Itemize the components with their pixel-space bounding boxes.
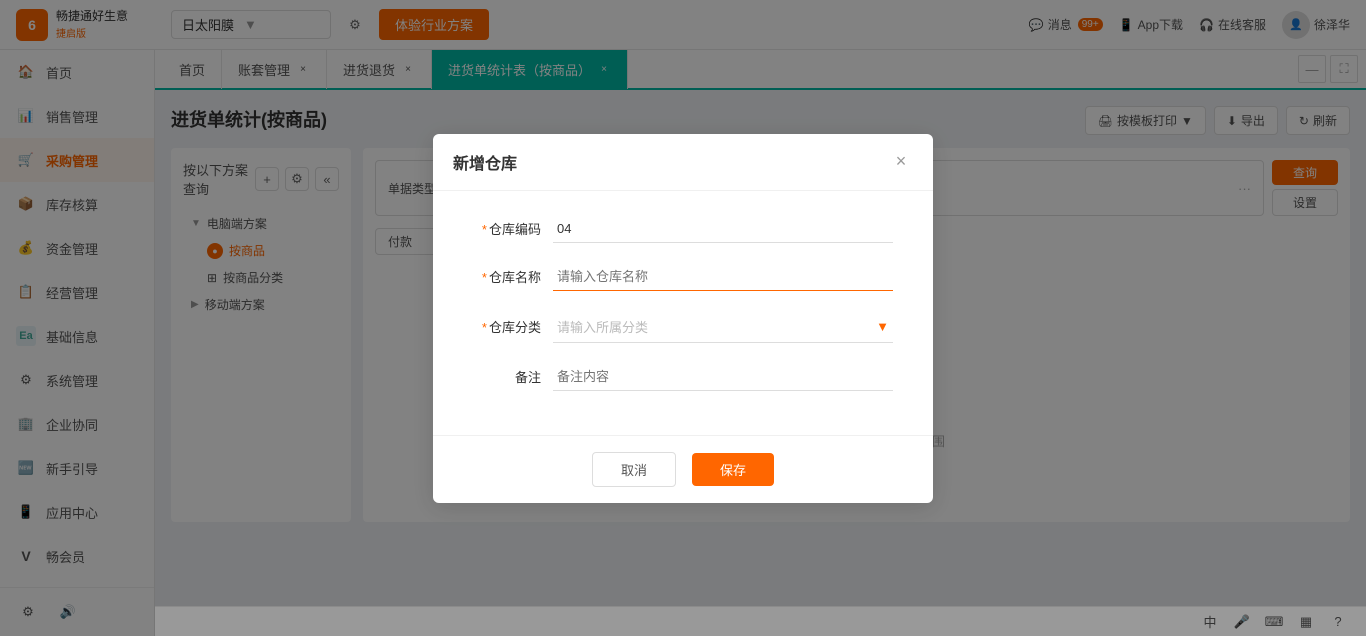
form-row-note: 备注 — [473, 363, 893, 391]
field-note-input[interactable] — [553, 363, 893, 391]
category-dropdown-arrow: ▼ — [876, 319, 889, 334]
save-btn[interactable]: 保存 — [692, 453, 774, 486]
modal-close-btn[interactable]: × — [889, 150, 913, 174]
modal-header: 新增仓库 × — [433, 134, 933, 191]
field-category-label: 仓库分类 — [473, 317, 553, 336]
modal-new-warehouse: 新增仓库 × 仓库编码 仓库名称 仓库分类 请输入所属分类 ▼ — [433, 134, 933, 503]
field-category-placeholder: 请输入所属分类 — [557, 317, 876, 336]
form-row-category: 仓库分类 请输入所属分类 ▼ — [473, 311, 893, 343]
field-code-input[interactable] — [553, 215, 893, 243]
field-name-input[interactable] — [553, 263, 893, 291]
modal-title: 新增仓库 — [453, 150, 517, 174]
modal-body: 仓库编码 仓库名称 仓库分类 请输入所属分类 ▼ 备注 — [433, 191, 933, 435]
field-code-label: 仓库编码 — [473, 219, 553, 238]
close-icon: × — [896, 151, 907, 172]
modal-overlay: 新增仓库 × 仓库编码 仓库名称 仓库分类 请输入所属分类 ▼ — [0, 0, 1366, 636]
modal-footer: 取消 保存 — [433, 435, 933, 503]
form-row-name: 仓库名称 — [473, 263, 893, 291]
field-note-label: 备注 — [473, 367, 553, 386]
field-name-label: 仓库名称 — [473, 267, 553, 286]
cancel-btn[interactable]: 取消 — [592, 452, 676, 487]
field-category-select[interactable]: 请输入所属分类 ▼ — [553, 311, 893, 343]
form-row-code: 仓库编码 — [473, 215, 893, 243]
